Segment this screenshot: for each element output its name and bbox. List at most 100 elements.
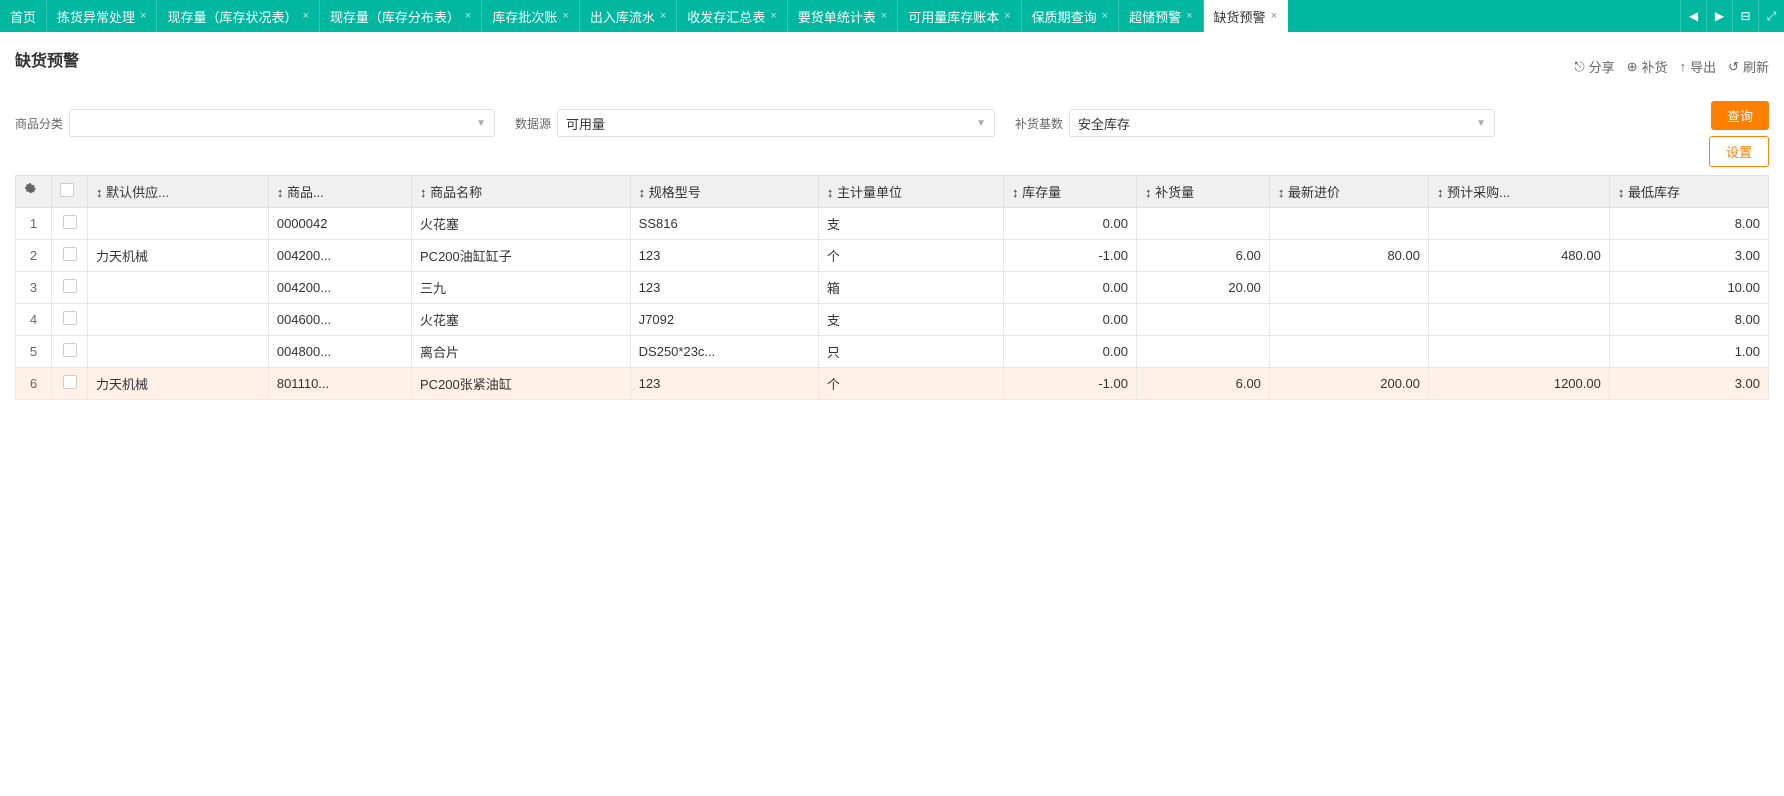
td-replenish bbox=[1136, 336, 1269, 368]
nav-tab-7[interactable]: 要货单统计表 × bbox=[788, 0, 898, 32]
datasource-select[interactable]: 可用量 ▼ bbox=[557, 109, 995, 137]
td-stock: 0.00 bbox=[1004, 208, 1137, 240]
export-button[interactable]: ↑ 导出 bbox=[1680, 57, 1717, 76]
nav-tab-9[interactable]: 保质期查询 × bbox=[1022, 0, 1119, 32]
page-title: 缺货预警 bbox=[15, 42, 79, 76]
th-unit[interactable]: ↕ 主计量单位 bbox=[818, 176, 1003, 208]
nav-tab-4[interactable]: 库存批次账 × bbox=[482, 0, 579, 32]
td-min-stock: 3.00 bbox=[1609, 368, 1768, 400]
th-supplier[interactable]: ↕ 默认供应... bbox=[88, 176, 269, 208]
select-all-checkbox[interactable] bbox=[60, 183, 74, 197]
nav-tab-label: 首页 bbox=[10, 7, 36, 26]
nav-prev-button[interactable]: ◀ bbox=[1680, 0, 1706, 32]
td-latest-price bbox=[1269, 272, 1428, 304]
table-row: 3 004200... 三九 123 箱 0.00 20.00 10.00 bbox=[16, 272, 1769, 304]
th-label: ↕ 库存量 bbox=[1012, 185, 1061, 200]
query-button[interactable]: 查询 bbox=[1711, 101, 1769, 130]
close-icon[interactable]: × bbox=[770, 10, 776, 22]
td-code: 004600... bbox=[268, 304, 411, 336]
close-icon[interactable]: × bbox=[881, 10, 887, 22]
refresh-button[interactable]: ↺ 刷新 bbox=[1728, 57, 1769, 76]
td-checkbox[interactable] bbox=[52, 240, 88, 272]
replenish-button[interactable]: ⊕ 补货 bbox=[1627, 57, 1668, 76]
data-table: ↕ 默认供应... ↕ 商品... ↕ 商品名称 ↕ 规格型号 ↕ 主计量单位 … bbox=[15, 175, 1769, 400]
gear-icon bbox=[24, 182, 40, 198]
td-checkbox[interactable] bbox=[52, 368, 88, 400]
close-icon[interactable]: × bbox=[562, 10, 568, 22]
share-button[interactable]: ⎋ 分享 bbox=[1574, 57, 1614, 76]
th-label: ↕ 默认供应... bbox=[96, 185, 169, 200]
td-code: 004200... bbox=[268, 240, 411, 272]
row-checkbox[interactable] bbox=[63, 311, 77, 325]
nav-tab-5[interactable]: 出入库流水 × bbox=[580, 0, 677, 32]
th-replenish[interactable]: ↕ 补货量 bbox=[1136, 176, 1269, 208]
td-checkbox[interactable] bbox=[52, 272, 88, 304]
td-name: 离合片 bbox=[412, 336, 631, 368]
category-select[interactable]: ▼ bbox=[69, 109, 495, 137]
td-row-num: 4 bbox=[16, 304, 52, 336]
row-checkbox[interactable] bbox=[63, 343, 77, 357]
td-name: PC200张紧油缸 bbox=[412, 368, 631, 400]
th-gear[interactable] bbox=[16, 176, 52, 208]
row-checkbox[interactable] bbox=[63, 375, 77, 389]
nav-tab-home[interactable]: 首页 bbox=[0, 0, 47, 32]
row-checkbox[interactable] bbox=[63, 215, 77, 229]
th-name[interactable]: ↕ 商品名称 bbox=[412, 176, 631, 208]
category-filter: 商品分类 ▼ bbox=[15, 109, 495, 137]
th-code[interactable]: ↕ 商品... bbox=[268, 176, 411, 208]
th-checkbox[interactable] bbox=[52, 176, 88, 208]
settings-button[interactable]: 设置 bbox=[1709, 136, 1769, 167]
nav-next-button[interactable]: ▶ bbox=[1706, 0, 1732, 32]
chevron-down-icon: ▼ bbox=[476, 118, 486, 129]
nav-tab-8[interactable]: 可用量库存账本 × bbox=[898, 0, 1021, 32]
td-forecast bbox=[1429, 272, 1610, 304]
td-name: 火花塞 bbox=[412, 304, 631, 336]
close-icon[interactable]: × bbox=[302, 10, 308, 22]
close-icon[interactable]: × bbox=[1271, 10, 1277, 22]
nav-tab-10[interactable]: 超储预警 × bbox=[1119, 0, 1203, 32]
refresh-label: 刷新 bbox=[1743, 57, 1769, 76]
td-forecast bbox=[1429, 336, 1610, 368]
close-icon[interactable]: × bbox=[465, 10, 471, 22]
td-row-num: 1 bbox=[16, 208, 52, 240]
td-latest-price: 80.00 bbox=[1269, 240, 1428, 272]
td-unit: 只 bbox=[818, 336, 1003, 368]
close-icon[interactable]: × bbox=[1004, 10, 1010, 22]
th-spec[interactable]: ↕ 规格型号 bbox=[630, 176, 818, 208]
nav-tab-11[interactable]: 缺货预警 × bbox=[1204, 0, 1288, 32]
replenish-base-select[interactable]: 安全库存 ▼ bbox=[1069, 109, 1495, 137]
td-checkbox[interactable] bbox=[52, 304, 88, 336]
td-supplier bbox=[88, 208, 269, 240]
td-code: 004800... bbox=[268, 336, 411, 368]
nav-tab-2[interactable]: 现存量（库存状况表） × bbox=[157, 0, 319, 32]
nav-menu-button[interactable]: ⊟ bbox=[1732, 0, 1758, 32]
nav-tab-3[interactable]: 现存量（库存分布表） × bbox=[320, 0, 482, 32]
nav-tab-label: 库存批次账 bbox=[492, 7, 557, 26]
nav-tab-6[interactable]: 收发存汇总表 × bbox=[677, 0, 787, 32]
th-label: ↕ 补货量 bbox=[1145, 185, 1194, 200]
td-unit: 箱 bbox=[818, 272, 1003, 304]
th-forecast[interactable]: ↕ 预计采购... bbox=[1429, 176, 1610, 208]
td-min-stock: 3.00 bbox=[1609, 240, 1768, 272]
td-stock: 0.00 bbox=[1004, 304, 1137, 336]
td-spec: J7092 bbox=[630, 304, 818, 336]
td-latest-price: 200.00 bbox=[1269, 368, 1428, 400]
td-checkbox[interactable] bbox=[52, 208, 88, 240]
close-icon[interactable]: × bbox=[140, 10, 146, 22]
close-icon[interactable]: × bbox=[660, 10, 666, 22]
table-row: 1 0000042 火花塞 SS816 支 0.00 8.00 bbox=[16, 208, 1769, 240]
row-checkbox[interactable] bbox=[63, 279, 77, 293]
close-icon[interactable]: × bbox=[1102, 10, 1108, 22]
close-icon[interactable]: × bbox=[1186, 10, 1192, 22]
td-spec: 123 bbox=[630, 240, 818, 272]
th-latest-price[interactable]: ↕ 最新进价 bbox=[1269, 176, 1428, 208]
td-code: 0000042 bbox=[268, 208, 411, 240]
nav-tab-1[interactable]: 拣货异常处理 × bbox=[47, 0, 157, 32]
td-checkbox[interactable] bbox=[52, 336, 88, 368]
td-supplier: 力天机械 bbox=[88, 368, 269, 400]
td-code: 801110... bbox=[268, 368, 411, 400]
nav-expand-button[interactable]: ⤢ bbox=[1758, 0, 1784, 32]
th-stock[interactable]: ↕ 库存量 bbox=[1004, 176, 1137, 208]
row-checkbox[interactable] bbox=[63, 247, 77, 261]
th-min-stock[interactable]: ↕ 最低库存 bbox=[1609, 176, 1768, 208]
